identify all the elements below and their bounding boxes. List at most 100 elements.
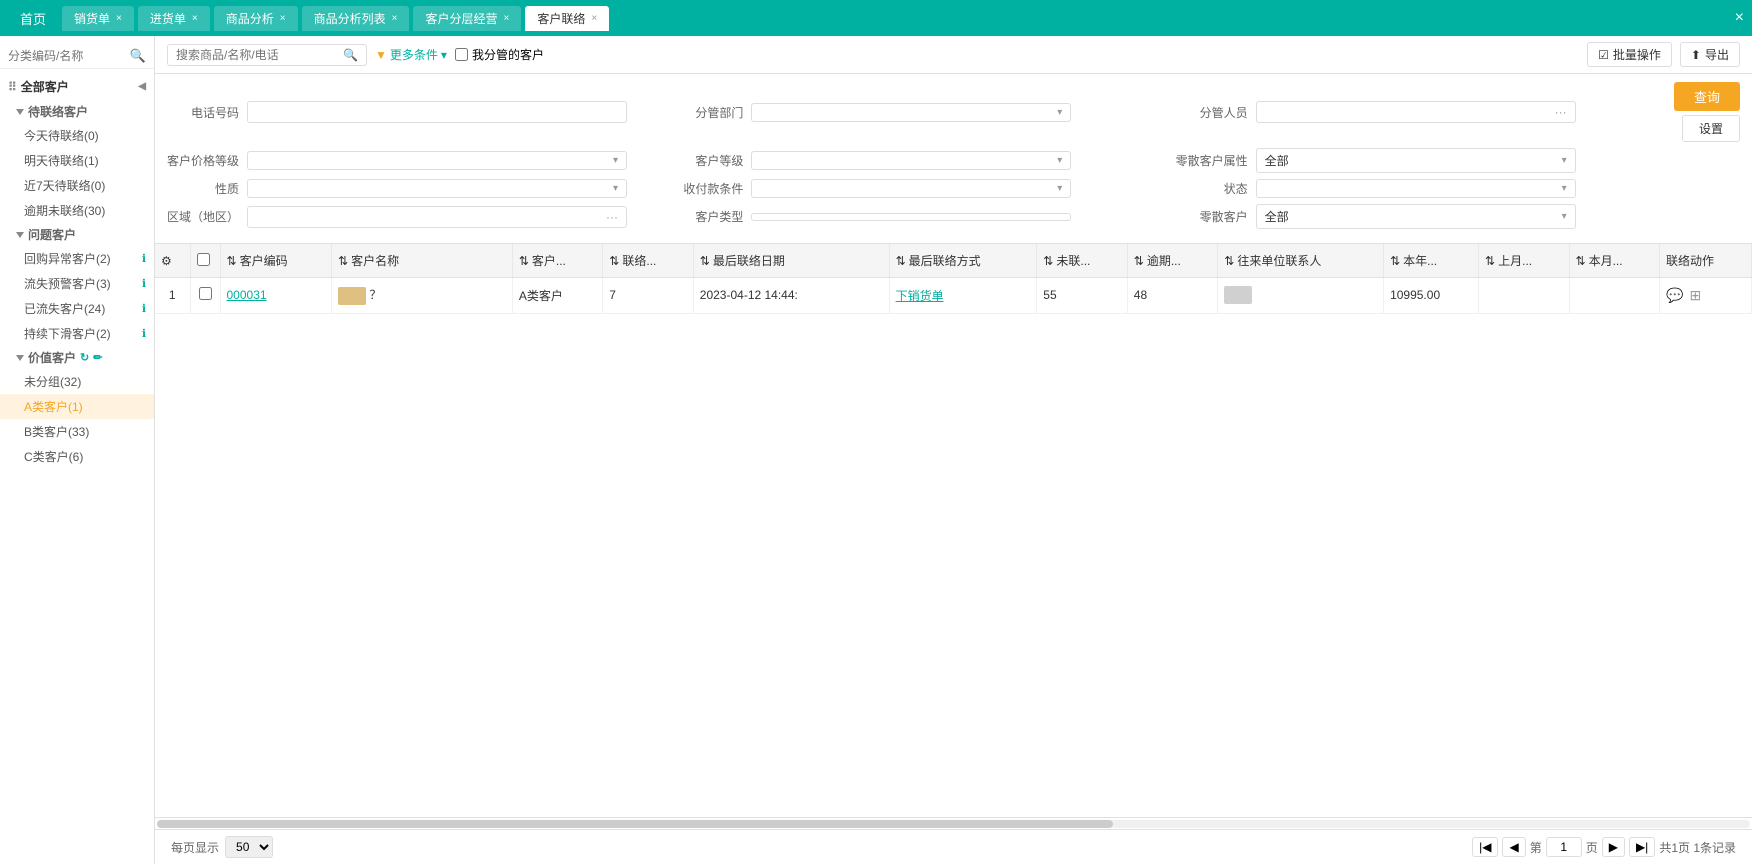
batch-op-button[interactable]: ☑ 批量操作 — [1587, 42, 1672, 67]
nav-tab-sales-close[interactable]: × — [116, 13, 122, 24]
sidebar-already-lost[interactable]: 已流失客户(24) ℹ — [0, 296, 154, 321]
nav-tab-analysis[interactable]: 商品分析 × — [214, 6, 298, 31]
grid-icon[interactable]: ⊞ — [1689, 287, 1701, 304]
col-not-contacted-sort-icon: ⇅ — [1043, 254, 1053, 268]
col-overdue-header[interactable]: ⇅ 逾期... — [1127, 244, 1217, 278]
select-all-checkbox[interactable] — [197, 253, 210, 266]
col-this-month-label: 本月... — [1589, 252, 1623, 269]
nav-home[interactable]: 首页 — [8, 9, 58, 28]
filter-price-level-select[interactable]: ▾ — [247, 151, 627, 170]
col-level-header[interactable]: ⇅ 客户... — [512, 244, 602, 278]
filter-region-dots-icon[interactable]: ··· — [606, 210, 618, 224]
cell-last-method[interactable]: 下销货单 — [889, 278, 1037, 314]
nav-tab-customer-segment[interactable]: 客户分层经营 × — [413, 6, 521, 31]
customer-code-link[interactable]: 000031 — [227, 288, 267, 302]
sidebar-value-refresh-icon[interactable]: ↻ — [80, 351, 89, 364]
sidebar-dots-icon: ⠿ — [8, 80, 17, 94]
last-method-link[interactable]: 下销货单 — [896, 289, 944, 303]
filter-person-dots-icon[interactable]: ··· — [1555, 105, 1567, 119]
sidebar-ungrouped[interactable]: 未分组(32) — [0, 369, 154, 394]
export-button[interactable]: ⬆ 导出 — [1680, 42, 1740, 67]
filter-retail-attr-select[interactable]: 全部 ▾ — [1256, 148, 1576, 173]
table-body: 1 000031 ？ A类客户 7 2023-04-12 — [155, 278, 1752, 314]
nav-tab-customer-contact[interactable]: 客户联络 × — [525, 6, 609, 31]
chat-icon[interactable]: 💬 — [1666, 287, 1683, 304]
first-page-button[interactable]: |◀ — [1472, 837, 1498, 857]
filter-region-select[interactable]: ··· — [247, 206, 627, 228]
my-customers-checkbox[interactable]: 我分管的客户 — [455, 46, 544, 63]
nav-tab-customer-contact-close[interactable]: × — [591, 13, 597, 24]
page-of-label: 页 — [1586, 839, 1598, 856]
filter-retail-attr-arrow-icon: ▾ — [1562, 155, 1567, 166]
col-name-header[interactable]: ⇅ 客户名称 — [332, 244, 513, 278]
next-page-button[interactable]: ▶ — [1602, 837, 1625, 857]
col-overdue-label: 逾期... — [1147, 252, 1181, 269]
filter-payment-select[interactable]: ▾ — [751, 179, 1071, 198]
nav-tab-analysis-list[interactable]: 商品分析列表 × — [302, 6, 410, 31]
col-last-month-header[interactable]: ⇅ 上月... — [1479, 244, 1569, 278]
gear-icon[interactable]: ⚙ — [161, 254, 172, 268]
sidebar-value-edit-icon[interactable]: ✏ — [93, 351, 102, 364]
col-code-header[interactable]: ⇅ 客户编码 — [220, 244, 332, 278]
col-not-contacted-header[interactable]: ⇅ 未联... — [1037, 244, 1127, 278]
toolbar-filter-btn[interactable]: ▼ 更多条件 ▾ — [375, 46, 447, 63]
scrollbar-thumb[interactable] — [157, 820, 1113, 828]
last-page-button[interactable]: ▶| — [1629, 837, 1655, 857]
col-checkbox-header[interactable] — [190, 244, 220, 278]
sidebar-week-pending[interactable]: 近7天待联络(0) — [0, 173, 154, 198]
filter-retail-cust-select[interactable]: 全部 ▾ — [1256, 204, 1576, 229]
prev-page-button[interactable]: ◀ — [1502, 837, 1525, 857]
nav-tab-analysis-list-close[interactable]: × — [392, 13, 398, 24]
row-checkbox[interactable] — [199, 287, 212, 300]
per-page-select[interactable]: 50 — [225, 836, 273, 858]
filter-cust-type: 客户类型 — [671, 208, 1155, 225]
col-partner-header[interactable]: ⇅ 往来单位联系人 — [1218, 244, 1384, 278]
sidebar-all-customers-header[interactable]: ⠿ 全部客户 ◀ — [0, 73, 154, 100]
query-button[interactable]: 查询 — [1674, 82, 1740, 111]
sidebar-search-input[interactable] — [8, 49, 130, 63]
nav-tab-purchase-close[interactable]: × — [192, 13, 198, 24]
filter-person-select[interactable]: ··· — [1256, 101, 1576, 123]
col-contact-header[interactable]: ⇅ 联络... — [603, 244, 693, 278]
settings-button[interactable]: 设置 — [1682, 115, 1740, 142]
toolbar-search-input[interactable] — [176, 48, 339, 62]
filter-retail-attr-value: 全部 — [1265, 152, 1289, 169]
data-table: ⚙ ⇅ 客户编码 ⇅ — [155, 244, 1752, 314]
cell-checkbox[interactable] — [190, 278, 220, 314]
filter-cust-level-select[interactable]: ▾ — [751, 151, 1071, 170]
sidebar-b-class[interactable]: B类客户(33) — [0, 419, 154, 444]
filter-dept-select[interactable]: ▾ — [751, 103, 1071, 122]
window-close-icon[interactable]: × — [1735, 9, 1744, 27]
cell-code[interactable]: 000031 — [220, 278, 332, 314]
filter-cust-type-select[interactable] — [751, 213, 1071, 221]
sidebar-lost-warning[interactable]: 流失预警客户(3) ℹ — [0, 271, 154, 296]
nav-tab-customer-segment-close[interactable]: × — [503, 13, 509, 24]
nav-tab-sales[interactable]: 销货单 × — [62, 6, 134, 31]
sidebar-tomorrow-pending[interactable]: 明天待联络(1) — [0, 148, 154, 173]
col-last-date-header[interactable]: ⇅ 最后联络日期 — [693, 244, 889, 278]
batch-op-icon: ☑ — [1598, 48, 1609, 62]
filter-status-select[interactable]: ▾ — [1256, 179, 1576, 198]
sidebar-today-pending[interactable]: 今天待联络(0) — [0, 123, 154, 148]
nav-tab-analysis-close[interactable]: × — [280, 13, 286, 24]
col-last-method-header[interactable]: ⇅ 最后联络方式 — [889, 244, 1037, 278]
col-gear-header[interactable]: ⚙ — [155, 244, 190, 278]
col-this-month-header[interactable]: ⇅ 本月... — [1569, 244, 1659, 278]
col-code-label: 客户编码 — [240, 252, 288, 269]
sidebar-c-class[interactable]: C类客户(6) — [0, 444, 154, 469]
scrollbar-track[interactable] — [157, 820, 1750, 828]
horizontal-scrollbar[interactable] — [155, 817, 1752, 829]
sidebar-declining[interactable]: 持续下滑客户(2) ℹ — [0, 321, 154, 346]
col-this-year-header[interactable]: ⇅ 本年... — [1384, 244, 1479, 278]
nav-tab-purchase[interactable]: 进货单 × — [138, 6, 210, 31]
sidebar-repurchase-abnormal[interactable]: 回购异常客户(2) ℹ — [0, 246, 154, 271]
sidebar-overdue-pending[interactable]: 逾期未联络(30) — [0, 198, 154, 223]
filter-phone-input[interactable] — [247, 101, 627, 123]
filter-cust-level-label: 客户等级 — [671, 152, 751, 169]
page-number-input[interactable] — [1546, 837, 1582, 857]
cell-overdue: 48 — [1127, 278, 1217, 314]
main-layout: 🔍 ⠿ 全部客户 ◀ 待联络客户 今天待联络(0) 明天待联络(1) 近7天待联… — [0, 36, 1752, 864]
sidebar-a-class[interactable]: A类客户(1) — [0, 394, 154, 419]
filter-nature-select[interactable]: ▾ — [247, 179, 627, 198]
my-customers-check-input[interactable] — [455, 48, 468, 61]
